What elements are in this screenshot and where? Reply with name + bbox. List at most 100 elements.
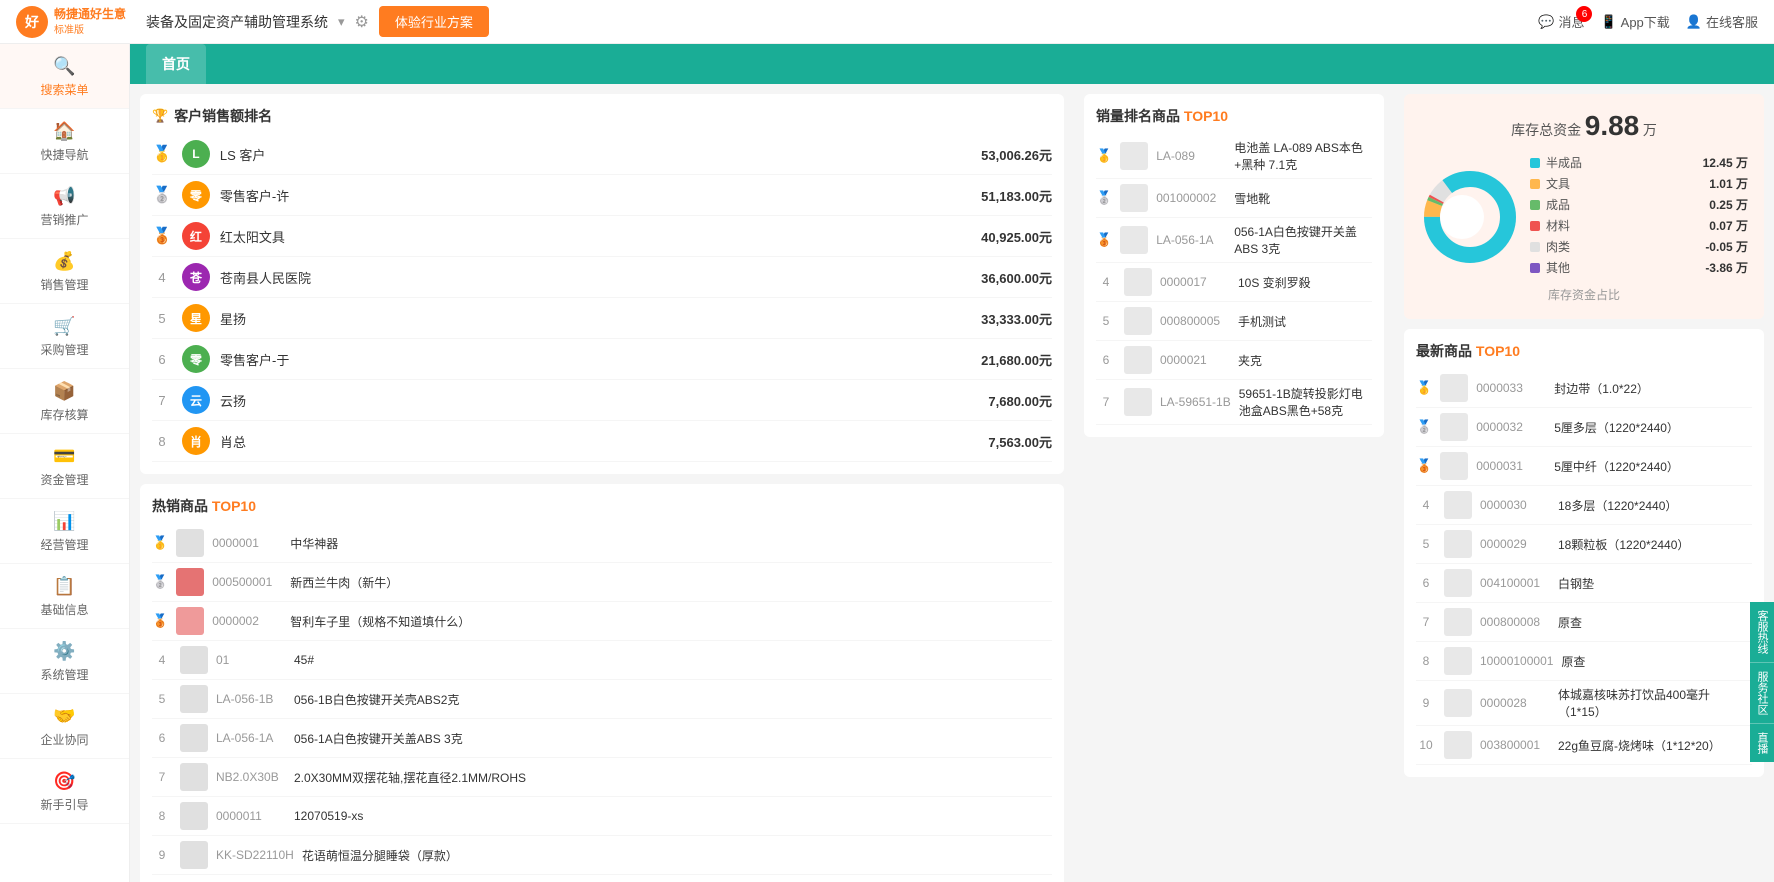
sidebar-label-finance: 资金管理: [40, 471, 88, 488]
product-name: 雪地靴: [1234, 190, 1372, 207]
product-name: 12070519-xs: [294, 809, 1052, 823]
legend-item: 其他 -3.86 万: [1530, 259, 1748, 276]
legend-value: -0.05 万: [1705, 238, 1748, 255]
customer-badge: 苍: [182, 263, 210, 291]
nav-tab: 首页: [130, 44, 1774, 84]
sidebar-label-purchase: 采购管理: [40, 341, 88, 358]
sidebar-item-sys-mgmt[interactable]: ⚙️ 系统管理: [0, 629, 129, 694]
legend-dot: [1530, 221, 1540, 231]
sidebar-label-sales: 销售管理: [40, 276, 88, 293]
hot-product-row: 🥉 0000002 智利车子里（规格不知道填什么）: [152, 602, 1052, 641]
product-thumbnail: [1444, 731, 1472, 759]
main-layout: 🔍 搜索菜单 🏠 快捷导航 📢 营销推广 💰 销售管理 🛒 采购管理 📦 库存核…: [0, 44, 1774, 882]
sidebar-item-inventory[interactable]: 📦 库存核算: [0, 369, 129, 434]
legend-label: 肉类: [1546, 238, 1699, 255]
basic-info-icon: 📋: [53, 576, 75, 597]
product-code: 004100001: [1480, 576, 1550, 590]
sidebar-item-operations[interactable]: 📊 经营管理: [0, 499, 129, 564]
rank-number: 6: [1416, 576, 1436, 590]
product-thumbnail: [180, 724, 208, 752]
newest-product-row: 4 0000030 18多层（1220*2440）: [1416, 486, 1752, 525]
product-code: 0000017: [1160, 275, 1230, 289]
sidebar-item-quick-nav[interactable]: 🏠 快捷导航: [0, 109, 129, 174]
legend-dot: [1530, 242, 1540, 252]
float-btn-service[interactable]: 客服热线: [1750, 602, 1774, 663]
sidebar-item-guide[interactable]: 🎯 新手引导: [0, 759, 129, 824]
logo-icon: 好: [16, 6, 48, 38]
hot-product-row: 7 NB2.0X30B 2.0X30MM双摆花轴,摆花直径2.1MM/ROHS: [152, 758, 1052, 797]
customer-amount: 53,006.26元: [981, 145, 1052, 164]
float-btn-community[interactable]: 服务社区: [1750, 663, 1774, 724]
product-name: 5厘中纤（1220*2440）: [1554, 458, 1752, 475]
product-thumbnail: [180, 841, 208, 869]
product-thumbnail: [180, 763, 208, 791]
product-thumbnail: [1444, 530, 1472, 558]
content-body: 🏆 客户销售额排名 🥇 L LS 客户 53,006.26元 🥈 零 零售客户-…: [130, 84, 1774, 882]
float-buttons: 客服热线 服务社区 直播: [1750, 602, 1774, 762]
newest-product-row: 🥉 0000031 5厘中纤（1220*2440）: [1416, 447, 1752, 486]
tab-home[interactable]: 首页: [146, 44, 206, 84]
product-code: 001000002: [1156, 191, 1226, 205]
online-service-button[interactable]: 👤 在线客服: [1686, 12, 1758, 31]
product-code: NB2.0X30B: [216, 770, 286, 784]
product-name: 手机测试: [1238, 313, 1372, 330]
sidebar-label-enterprise: 企业协同: [40, 731, 88, 748]
sidebar-item-marketing[interactable]: 📢 营销推广: [0, 174, 129, 239]
sys-icon: ⚙️: [53, 641, 75, 662]
medal-icon: 🥇: [1096, 148, 1112, 164]
sidebar-item-purchase[interactable]: 🛒 采购管理: [0, 304, 129, 369]
product-thumbnail: [1444, 689, 1472, 717]
service-label: 在线客服: [1706, 12, 1758, 31]
legend-item: 半成品 12.45 万: [1530, 154, 1748, 171]
customer-badge: L: [182, 140, 210, 168]
sidebar-item-enterprise[interactable]: 🤝 企业协同: [0, 694, 129, 759]
inventory-card: 库存总资金 9.88 万: [1404, 94, 1764, 319]
customer-name: 红太阳文具: [220, 227, 971, 246]
rank-number: 6: [152, 352, 172, 367]
product-code: 000800005: [1160, 314, 1230, 328]
app-download-button[interactable]: 📱 App下载: [1600, 12, 1669, 31]
newest-product-row: 🥇 0000033 封边带（1.0*22）: [1416, 369, 1752, 408]
rank-number: 6: [152, 731, 172, 745]
legend-list: 半成品 12.45 万 文具 1.01 万 成品 0.25 万 材料 0.07 …: [1530, 154, 1748, 280]
product-thumbnail: [1124, 388, 1152, 416]
sidebar-item-basic-info[interactable]: 📋 基础信息: [0, 564, 129, 629]
message-button[interactable]: 💬 消息 6: [1538, 12, 1584, 31]
product-code: 0000031: [1476, 459, 1546, 473]
inventory-total-value: 9.88: [1585, 110, 1640, 141]
product-name: 18颗粒板（1220*2440）: [1558, 536, 1752, 553]
product-code: 000800008: [1480, 615, 1550, 629]
message-badge: 6: [1576, 6, 1592, 22]
product-code: 0000021: [1160, 353, 1230, 367]
dropdown-icon[interactable]: ▾: [338, 14, 345, 30]
product-code: 0000011: [216, 809, 286, 823]
rank-number: 7: [152, 770, 172, 784]
product-code: 0000032: [1476, 420, 1546, 434]
rank-number: 5: [1416, 537, 1436, 551]
newest-products-header: 最新商品 TOP10: [1416, 341, 1752, 361]
float-btn-live[interactable]: 直播: [1750, 724, 1774, 762]
rank-number: 4: [1416, 498, 1436, 512]
sidebar-item-finance[interactable]: 💳 资金管理: [0, 434, 129, 499]
newest-product-row: 6 004100001 白钢垫: [1416, 564, 1752, 603]
product-code: LA-056-1A: [1156, 233, 1226, 247]
sidebar: 🔍 搜索菜单 🏠 快捷导航 📢 营销推广 💰 销售管理 🛒 采购管理 📦 库存核…: [0, 44, 130, 882]
gear-icon[interactable]: ⚙: [355, 12, 369, 32]
product-name: 新西兰牛肉（新牛）: [290, 574, 1052, 591]
inventory-total-label: 库存总资金: [1511, 122, 1581, 138]
trial-button[interactable]: 体验行业方案: [379, 6, 489, 37]
purchase-icon: 🛒: [53, 316, 75, 337]
product-thumbnail: [180, 802, 208, 830]
hot-products-title: 热销商品 TOP10: [152, 496, 256, 516]
customer-rank-row: 6 零 零售客户-于 21,680.00元: [152, 339, 1052, 380]
content-area: 首页 🏆 客户销售额排名 🥇 L LS 客户 53,006.26元 🥈 零 零售…: [130, 44, 1774, 882]
legend-label: 材料: [1546, 217, 1703, 234]
newest-product-row: 8 10000100001 原查: [1416, 642, 1752, 681]
trophy-icon: 🏆: [152, 108, 168, 124]
customer-rank-row: 7 云 云扬 7,680.00元: [152, 380, 1052, 421]
sidebar-item-sales[interactable]: 💰 销售管理: [0, 239, 129, 304]
sales-products-title: 销量排名商品 TOP10: [1096, 106, 1228, 126]
product-name: 花语萌恒温分腿睡袋（厚款）: [302, 847, 1052, 864]
inventory-total: 库存总资金 9.88 万: [1420, 110, 1748, 142]
sidebar-item-search[interactable]: 🔍 搜索菜单: [0, 44, 129, 109]
